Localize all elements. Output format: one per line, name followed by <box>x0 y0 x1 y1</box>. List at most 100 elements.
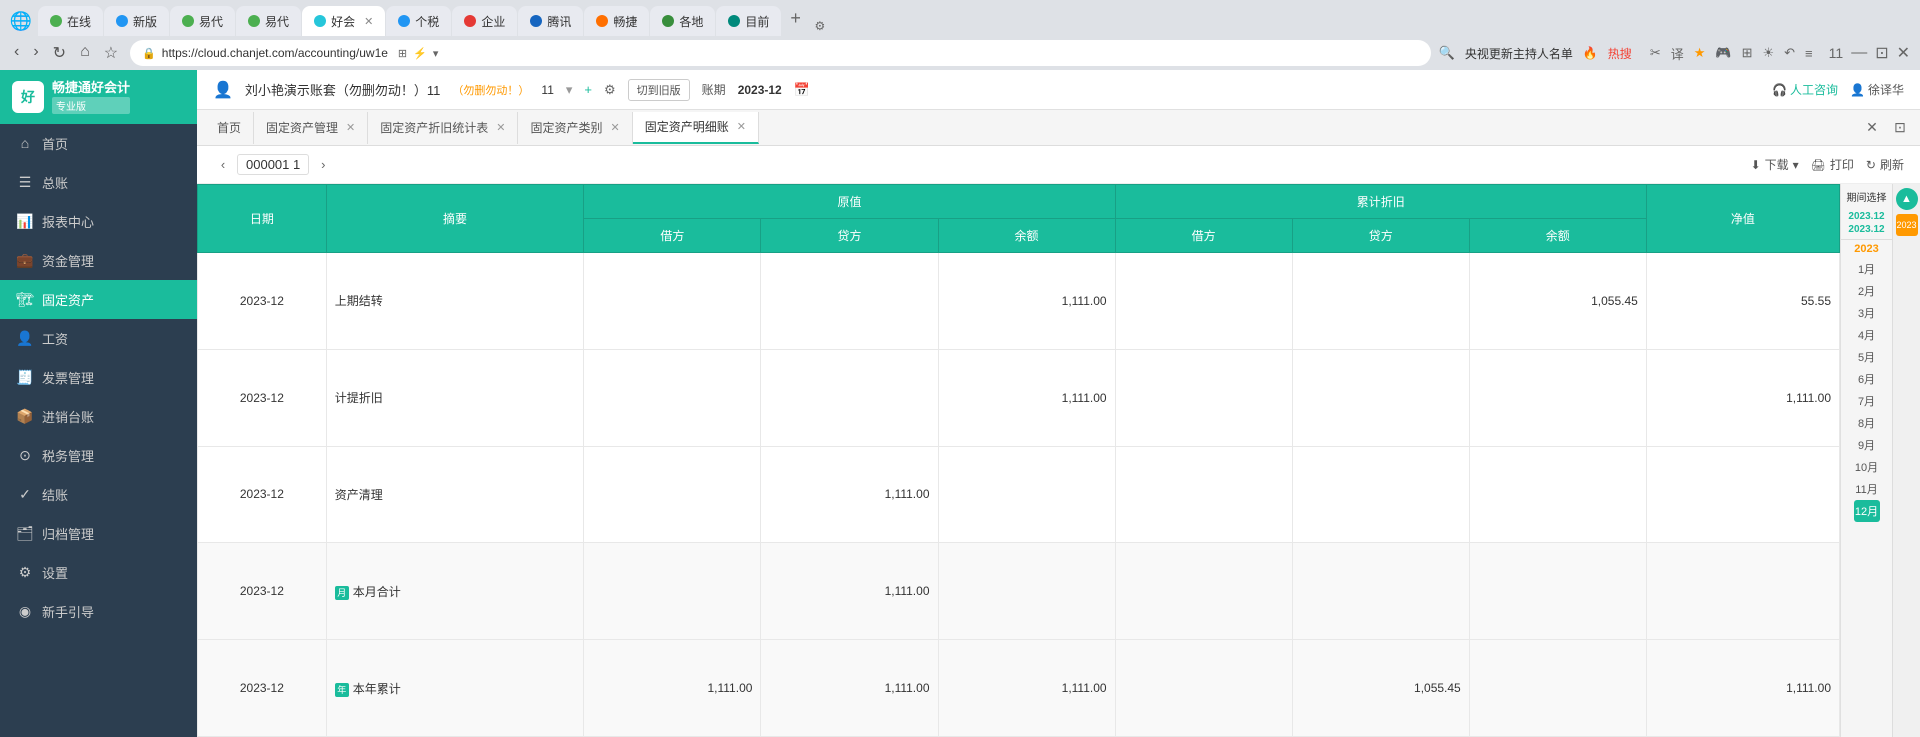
month-4[interactable]: 4月 <box>1854 324 1880 346</box>
print-icon: 🖨 <box>1811 158 1826 172</box>
th-orig-debit: 借方 <box>584 219 761 253</box>
tab-favicon <box>116 15 128 27</box>
month-10[interactable]: 10月 <box>1854 456 1880 478</box>
tab-favicon <box>182 15 194 27</box>
month-11[interactable]: 11月 <box>1854 478 1880 500</box>
browser-tab-haohui[interactable]: 好会 ✕ <box>302 6 385 36</box>
tab-settings-icon[interactable]: ⚙ <box>810 16 830 36</box>
payroll-icon: 👤 <box>16 330 34 347</box>
settings-gear-icon[interactable]: ⚙ <box>604 82 616 98</box>
browser-tab-new[interactable]: 新版 <box>104 6 169 36</box>
home-button[interactable]: ⌂ <box>76 41 94 65</box>
account-code-display: 000001 1 <box>237 154 309 175</box>
cell-orig-credit: 1,111.00 <box>761 446 938 543</box>
sidebar-item-payroll[interactable]: 👤 工资 <box>0 319 197 358</box>
sidebar-item-inventory[interactable]: 📦 进销台账 <box>0 397 197 436</box>
cell-net-value: 1,111.00 <box>1646 640 1839 737</box>
app-tab-home[interactable]: 首页 <box>205 112 254 144</box>
browser-tab-online[interactable]: 在线 <box>38 6 103 36</box>
year-2023-badge[interactable]: 2023 <box>1896 214 1918 236</box>
minimize-button[interactable]: — <box>1851 44 1867 62</box>
month-3[interactable]: 3月 <box>1854 302 1880 324</box>
app-tab-depreciation-table[interactable]: 固定资产折旧统计表 ✕ <box>368 112 518 144</box>
user-button[interactable]: 👤 徐译华 <box>1850 81 1904 98</box>
cell-orig-credit: 1,111.00 <box>761 640 938 737</box>
download-button[interactable]: ⬇ 下载 ▾ <box>1751 156 1799 173</box>
sidebar-item-invoice[interactable]: 🧾 发票管理 <box>0 358 197 397</box>
sidebar-item-label: 税务管理 <box>42 446 94 465</box>
month-8[interactable]: 8月 <box>1854 412 1880 434</box>
sidebar-item-closing[interactable]: ✓ 结账 <box>0 475 197 514</box>
refresh-button[interactable]: ↻ <box>49 41 70 65</box>
account-dropdown-icon[interactable]: ▾ <box>566 82 573 98</box>
search-text[interactable]: 央视更新主持人名单 <box>1465 45 1573 62</box>
switch-version-button[interactable]: 切到旧版 <box>628 79 690 101</box>
sidebar-item-settings[interactable]: ⚙ 设置 <box>0 553 197 592</box>
maximize-button[interactable]: ⊡ <box>1875 43 1888 63</box>
month-7[interactable]: 7月 <box>1854 390 1880 412</box>
print-button[interactable]: 🖨 打印 <box>1811 156 1854 173</box>
sidebar-item-ledger[interactable]: ☰ 总账 <box>0 163 197 202</box>
sidebar-item-funds[interactable]: 💼 资金管理 <box>0 241 197 280</box>
prev-record-button[interactable]: ‹ <box>213 154 233 174</box>
menu-icon[interactable]: ≡ <box>1805 46 1813 61</box>
refresh-button[interactable]: ↻ 刷新 <box>1866 156 1904 173</box>
tab-close-icon[interactable]: ✕ <box>611 121 620 134</box>
sidebar-item-reports[interactable]: 📊 报表中心 <box>0 202 197 241</box>
account-name: 刘小艳演示账套（勿删勿动！）11 <box>245 80 441 99</box>
sidebar-item-tax[interactable]: ⊙ 税务管理 <box>0 436 197 475</box>
add-account-icon[interactable]: + <box>584 82 592 97</box>
close-button[interactable]: ✕ <box>1897 43 1910 63</box>
browser-tab-yidai1[interactable]: 易代 <box>170 6 235 36</box>
browser-tab-qiye[interactable]: 企业 <box>452 6 517 36</box>
bookmark-button[interactable]: ☆ <box>100 41 122 65</box>
tab-favicon <box>398 15 410 27</box>
browser-tab-yidai2[interactable]: 易代 <box>236 6 301 36</box>
scroll-to-top-button[interactable]: ▲ <box>1896 188 1918 210</box>
month-5[interactable]: 5月 <box>1854 346 1880 368</box>
month-9[interactable]: 9月 <box>1854 434 1880 456</box>
app-tab-fixed-category[interactable]: 固定资产类别 ✕ <box>518 112 632 144</box>
sidebar-item-archive[interactable]: 🗂 归档管理 <box>0 514 197 553</box>
tab-close-icon[interactable]: ✕ <box>364 15 373 28</box>
tab-close-icon[interactable]: ✕ <box>496 121 505 134</box>
tab-count-badge[interactable]: 11 <box>1829 45 1844 61</box>
close-all-tabs-button[interactable]: ✕ <box>1860 116 1884 140</box>
tab-favicon <box>50 15 62 27</box>
browser-tab-muqian[interactable]: 目前 <box>716 6 781 36</box>
month-1[interactable]: 1月 <box>1854 258 1880 280</box>
month-6[interactable]: 6月 <box>1854 368 1880 390</box>
sidebar-item-fixed-assets[interactable]: 🏗 固定资产 <box>0 280 197 319</box>
browser-tab-changjie[interactable]: 畅捷 <box>584 6 649 36</box>
sidebar-item-guide[interactable]: ◉ 新手引导 <box>0 592 197 631</box>
tab-label: 在线 <box>67 13 91 30</box>
calendar-icon[interactable]: 📅 <box>794 82 810 98</box>
url-expand-icon[interactable]: ⊞ <box>398 47 407 60</box>
tab-label: 固定资产类别 <box>530 119 602 136</box>
browser-tab-geshui[interactable]: 个税 <box>386 6 451 36</box>
th-accumulated-depreciation: 累计折旧 <box>1115 185 1646 219</box>
logo-badge: 专业版 <box>52 97 130 114</box>
forward-button[interactable]: › <box>29 41 42 65</box>
browser-tab-tencent[interactable]: 腾讯 <box>518 6 583 36</box>
arrow-up-icon: ▲ <box>1901 193 1912 205</box>
month-12[interactable]: 12月 <box>1854 500 1880 522</box>
user-avatar-icon[interactable]: 👤 <box>213 80 233 100</box>
next-record-button[interactable]: › <box>313 154 333 174</box>
sidebar-item-home[interactable]: ⌂ 首页 <box>0 124 197 163</box>
app-tab-fixed-detail[interactable]: 固定资产明细账 ✕ <box>633 112 759 144</box>
back-button[interactable]: ‹ <box>10 41 23 65</box>
month-2[interactable]: 2月 <box>1854 280 1880 302</box>
expand-tabs-button[interactable]: ⊡ <box>1888 116 1912 140</box>
download-dropdown-icon[interactable]: ▾ <box>1793 158 1799 172</box>
service-button[interactable]: 🎧 人工咨询 <box>1772 81 1838 98</box>
url-bar[interactable]: 🔒 https://cloud.chanjet.com/accounting/u… <box>130 40 1431 66</box>
sidebar-item-label: 归档管理 <box>42 524 94 543</box>
cell-summary: 月本月合计 <box>326 543 584 640</box>
tab-close-icon[interactable]: ✕ <box>346 121 355 134</box>
browser-tab-gedi[interactable]: 各地 <box>650 6 715 36</box>
tab-close-icon[interactable]: ✕ <box>737 120 746 133</box>
new-tab-button[interactable]: + <box>782 8 809 29</box>
url-dropdown-icon[interactable]: ▾ <box>433 47 439 60</box>
app-tab-fixed-mgmt[interactable]: 固定资产管理 ✕ <box>254 112 368 144</box>
